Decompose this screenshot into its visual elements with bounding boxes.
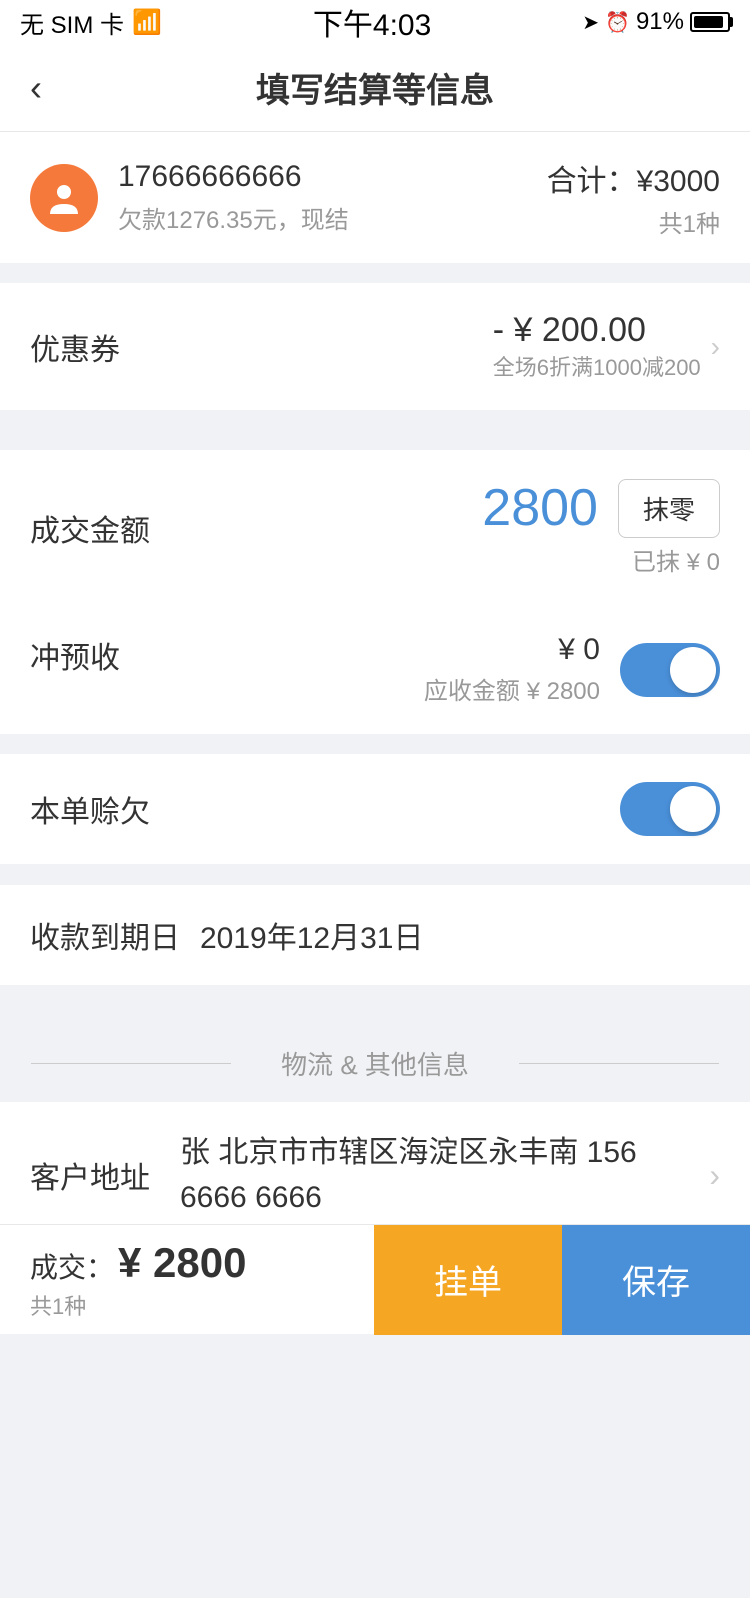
content: 17666666666 欠款1276.35元，现结 合计：¥3000 共1种 优… [0, 132, 750, 1598]
logistics-header: 物流 & 其他信息 [0, 1025, 750, 1102]
status-time: 下午4:03 [313, 0, 431, 44]
bottom-left: 成交： ¥ 2800 共1种 [0, 1239, 374, 1321]
coupon-row[interactable]: 优惠券 - ¥ 200.00 全场6折满1000减200 › [0, 283, 750, 410]
nav-bar: ‹ 填写结算等信息 [0, 44, 750, 132]
credit-toggle-knob [670, 786, 716, 832]
customer-phone: 17666666666 [118, 160, 349, 194]
deal-amount-section: 成交金额 2800 抹零 已抹 ¥ 0 冲预收 ¥ 0 应收金额 ¥ 2800 [0, 450, 750, 734]
logistics-sep [0, 1005, 750, 1025]
customer-left: 17666666666 欠款1276.35元，现结 [30, 160, 349, 235]
flush-right: ¥ 0 应收金额 ¥ 2800 [424, 633, 720, 706]
deal-amount-sub: 已抹 ¥ 0 [482, 542, 720, 577]
credit-label: 本单赊欠 [30, 787, 150, 831]
logistics-line-left [31, 1063, 231, 1064]
wifi-icon: 📶 [132, 8, 162, 37]
alarm-icon: ⏰ [605, 10, 630, 35]
toggle-knob [670, 647, 716, 693]
credit-toggle[interactable] [620, 782, 720, 836]
bottom-deal-amount: ¥ 2800 [118, 1239, 246, 1287]
address-chevron-icon: › [709, 1157, 720, 1194]
total-amount: 合计：¥3000 [547, 156, 720, 200]
separator-1 [0, 430, 750, 450]
hang-button[interactable]: 挂单 [374, 1225, 562, 1335]
coupon-info: - ¥ 200.00 全场6折满1000减200 [493, 311, 701, 382]
flush-amount-wrap: ¥ 0 应收金额 ¥ 2800 [424, 633, 600, 706]
flush-label: 冲预收 [30, 633, 120, 677]
coupon-discount: - ¥ 200.00 [493, 311, 701, 350]
coupon-desc: 全场6折满1000减200 [493, 350, 701, 382]
due-date-row: 收款到期日 2019年12月31日 [0, 885, 750, 985]
due-value: 2019年12月31日 [200, 913, 423, 957]
deal-amount-right: 2800 抹零 已抹 ¥ 0 [482, 478, 720, 577]
address-value: 张 北京市市辖区海淀区永丰南 156 6666 6666 [180, 1130, 699, 1220]
chevron-right-icon: › [711, 331, 720, 363]
status-left: 无 SIM 卡 📶 [20, 5, 162, 40]
deal-amount-value: 2800 [482, 478, 598, 538]
flush-amount: ¥ 0 [424, 633, 600, 667]
due-label: 收款到期日 [30, 913, 180, 957]
logistics-line-right [519, 1063, 719, 1064]
coupon-label: 优惠券 [30, 325, 120, 369]
status-right: ➤ ⏰ 91% [582, 8, 730, 36]
deal-amount-value-row: 2800 抹零 [482, 478, 720, 538]
separator-2 [0, 734, 750, 754]
flush-sub: 应收金额 ¥ 2800 [424, 671, 600, 706]
status-bar: 无 SIM 卡 📶 下午4:03 ➤ ⏰ 91% [0, 0, 750, 44]
deal-amount-label: 成交金额 [30, 506, 150, 550]
avatar [30, 164, 98, 232]
customer-sub: 欠款1276.35元，现结 [118, 200, 349, 235]
bottom-deal-count: 共1种 [30, 1289, 344, 1321]
battery-percent: 91% [636, 8, 684, 36]
customer-details: 17666666666 欠款1276.35元，现结 [118, 160, 349, 235]
customer-info-section: 17666666666 欠款1276.35元，现结 合计：¥3000 共1种 [0, 132, 750, 263]
flush-toggle[interactable] [620, 643, 720, 697]
save-button[interactable]: 保存 [562, 1225, 750, 1335]
coupon-right: - ¥ 200.00 全场6折满1000减200 › [493, 311, 720, 382]
sim-text: 无 SIM 卡 [20, 5, 124, 40]
credit-row: 本单赊欠 [0, 754, 750, 864]
page-title: 填写结算等信息 [256, 63, 494, 112]
address-label: 客户地址 [30, 1153, 150, 1197]
logistics-title: 物流 & 其他信息 [281, 1045, 469, 1082]
location-icon: ➤ [582, 10, 599, 35]
bottom-bar: 成交： ¥ 2800 共1种 挂单 保存 [0, 1224, 750, 1334]
bottom-deal-label: 成交： [30, 1246, 114, 1286]
total-count: 共1种 [547, 204, 720, 239]
back-button[interactable]: ‹ [30, 67, 42, 109]
battery-icon [690, 12, 730, 32]
flush-row: 冲预收 ¥ 0 应收金额 ¥ 2800 [0, 605, 750, 734]
round-zero-button[interactable]: 抹零 [618, 479, 720, 538]
deal-amount-row: 成交金额 2800 抹零 已抹 ¥ 0 [0, 450, 750, 605]
customer-right: 合计：¥3000 共1种 [547, 156, 720, 239]
